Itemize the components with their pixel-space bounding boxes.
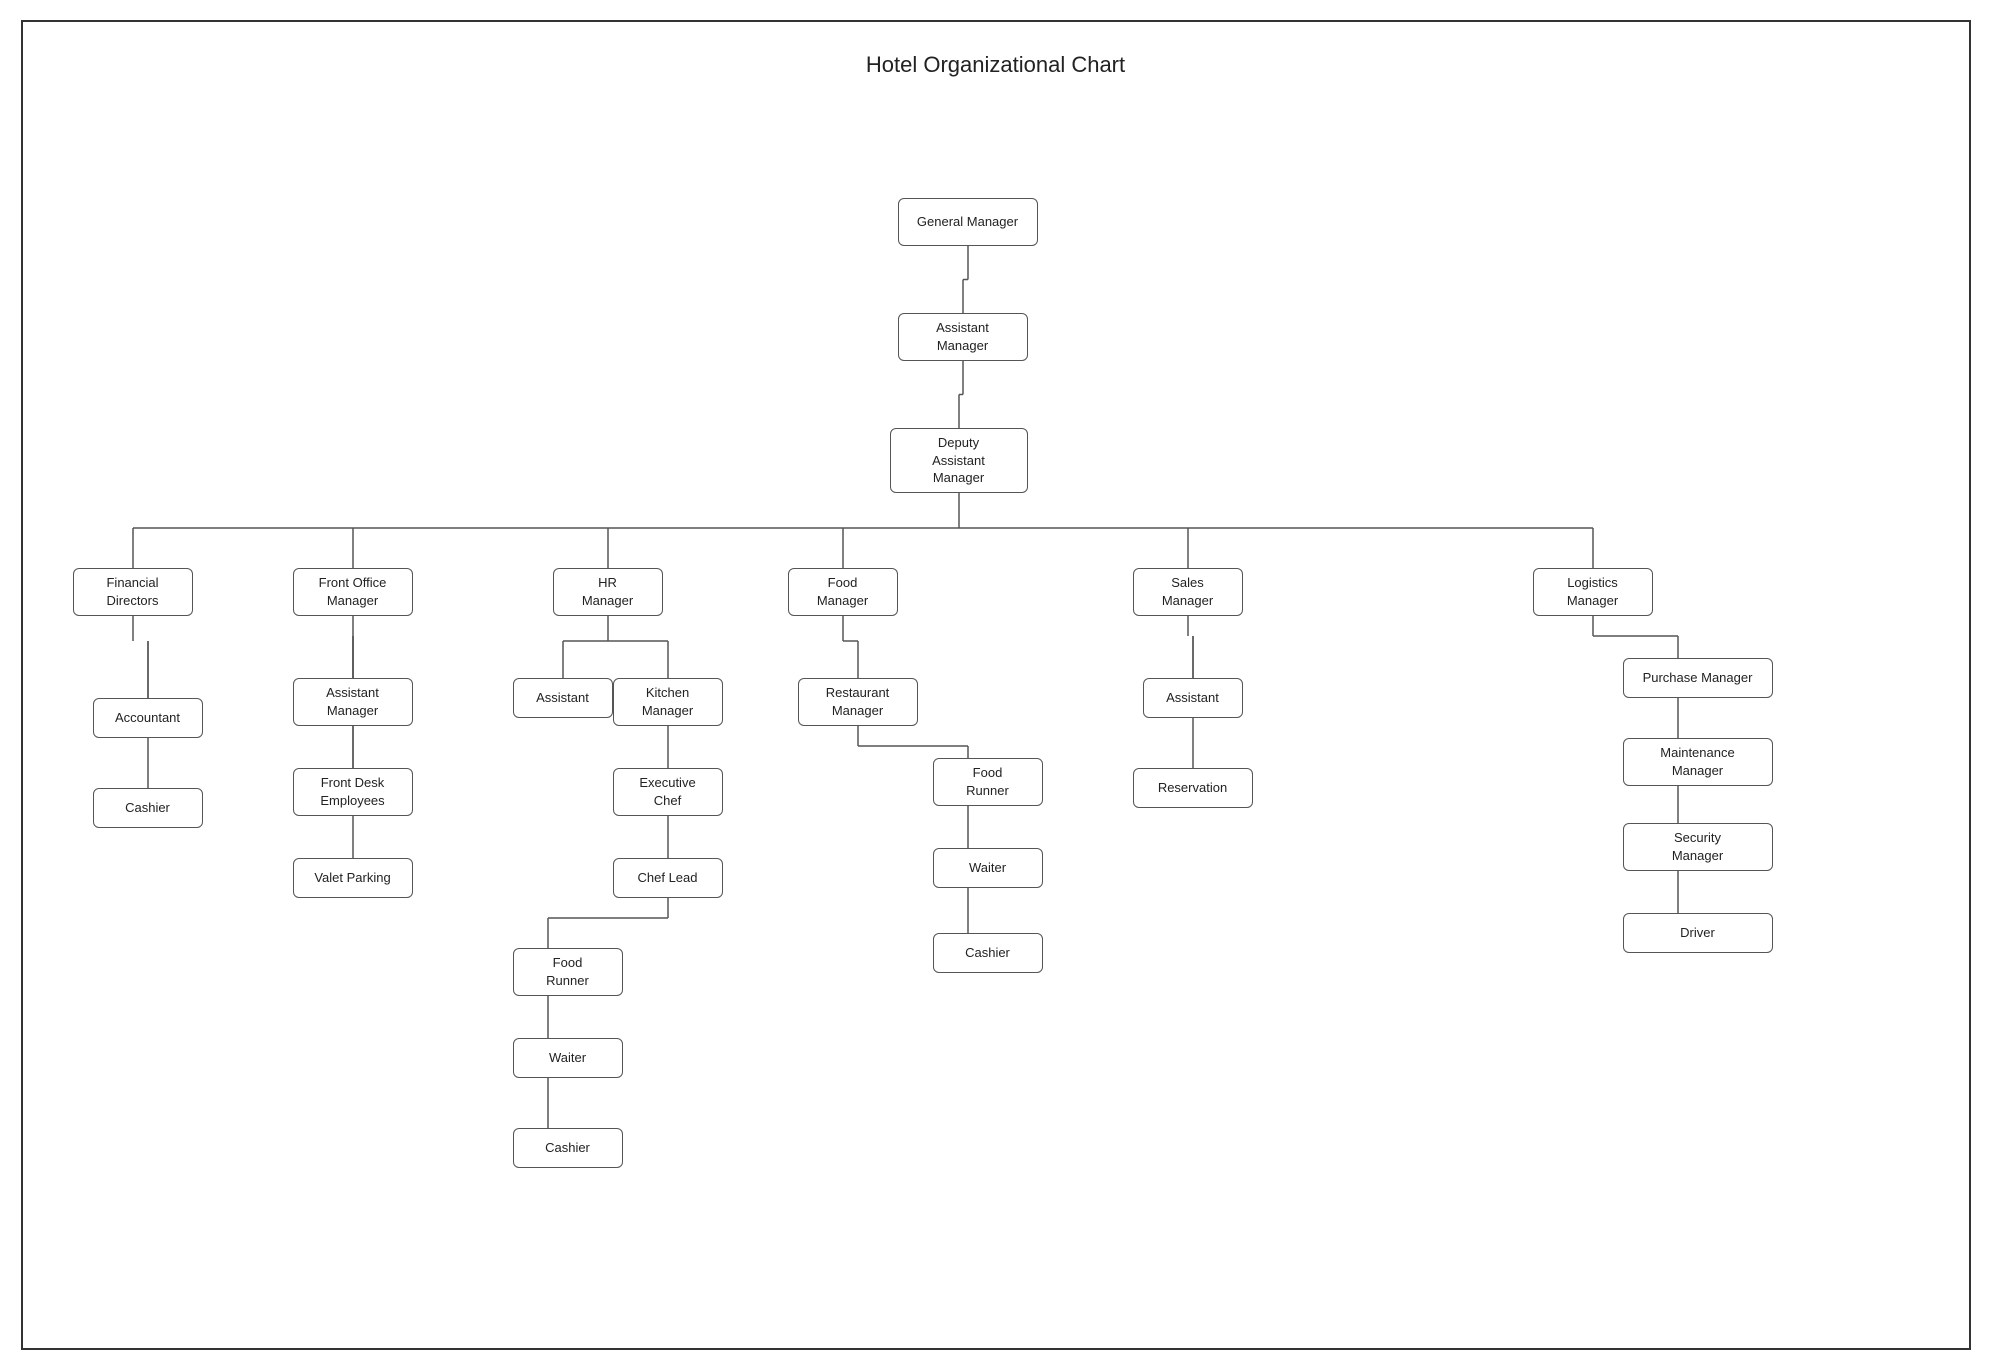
node-front_desk_employees: Front Desk Employees — [293, 768, 413, 816]
node-food_runner_hr: Food Runner — [513, 948, 623, 996]
node-hr_assistant: Assistant — [513, 678, 613, 718]
node-fom_assistant_manager: Assistant Manager — [293, 678, 413, 726]
node-food_runner_food: Food Runner — [933, 758, 1043, 806]
node-cashier_food: Cashier — [933, 933, 1043, 973]
node-financial_directors: Financial Directors — [73, 568, 193, 616]
node-kitchen_manager: Kitchen Manager — [613, 678, 723, 726]
node-front_office_manager: Front Office Manager — [293, 568, 413, 616]
node-cashier_hr: Cashier — [513, 1128, 623, 1168]
chart-container: Hotel Organizational Chart General Manag… — [21, 20, 1971, 1350]
chart-title: Hotel Organizational Chart — [43, 52, 1949, 78]
node-driver: Driver — [1623, 913, 1773, 953]
node-maintenance_manager: Maintenance Manager — [1623, 738, 1773, 786]
node-reservation: Reservation — [1133, 768, 1253, 808]
node-purchase_manager: Purchase Manager — [1623, 658, 1773, 698]
node-accountant: Accountant — [93, 698, 203, 738]
node-waiter_hr: Waiter — [513, 1038, 623, 1078]
node-waiter_food: Waiter — [933, 848, 1043, 888]
node-food_manager: Food Manager — [788, 568, 898, 616]
nodes-layer: General Manager Assistant Manager Deputy A… — [43, 108, 1949, 1308]
node-chef_lead: Chef Lead — [613, 858, 723, 898]
node-general_manager: General Manager — [898, 198, 1038, 246]
node-security_manager: Security Manager — [1623, 823, 1773, 871]
node-assistant_manager: Assistant Manager — [898, 313, 1028, 361]
node-sales_manager: Sales Manager — [1133, 568, 1243, 616]
node-hr_manager: HR Manager — [553, 568, 663, 616]
node-deputy_assistant_manager: Deputy Assistant Manager — [890, 428, 1028, 493]
node-sales_assistant: Assistant — [1143, 678, 1243, 718]
node-executive_chef: Executive Chef — [613, 768, 723, 816]
node-valet_parking: Valet Parking — [293, 858, 413, 898]
node-cashier_fin: Cashier — [93, 788, 203, 828]
node-restaurant_manager: Restaurant Manager — [798, 678, 918, 726]
node-logistics_manager: Logistics Manager — [1533, 568, 1653, 616]
